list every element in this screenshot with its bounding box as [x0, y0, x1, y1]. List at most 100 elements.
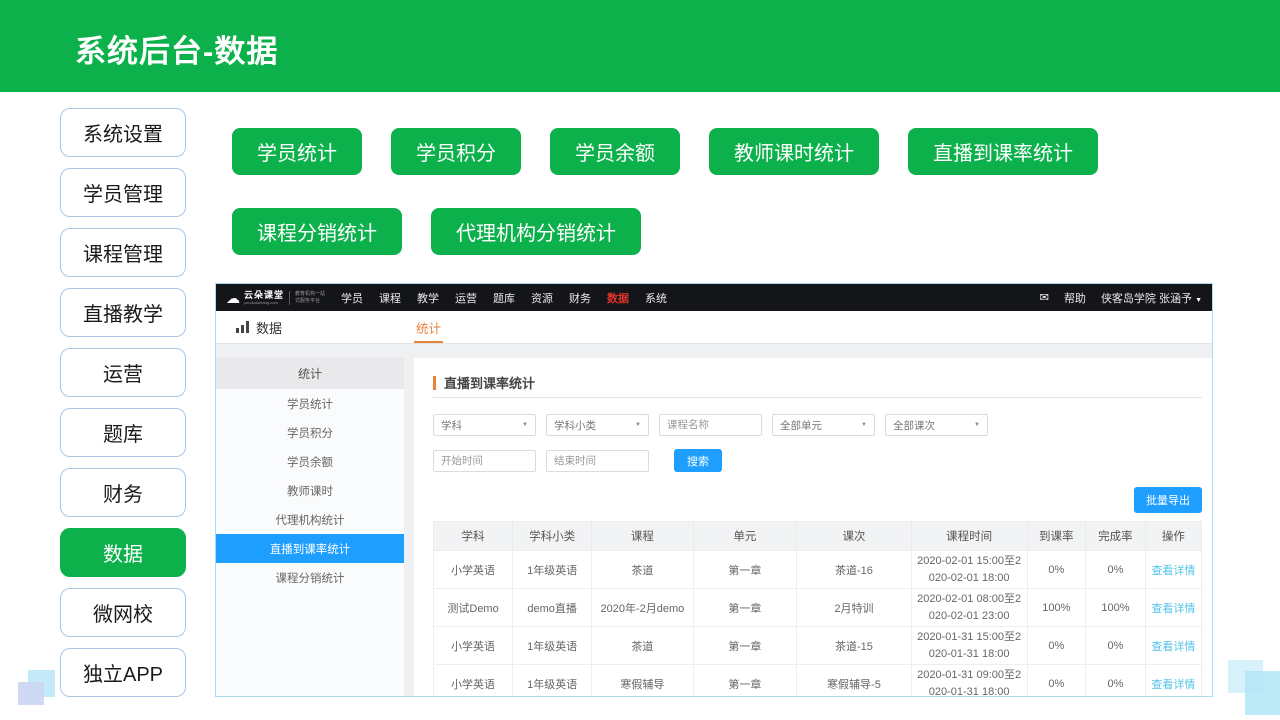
admin-top-nav-item[interactable]: 题库 [493, 290, 515, 306]
filter-area: 学科 ▼ 学科小类 ▼ 全部单元 ▼ 全部课次 [433, 414, 1202, 472]
admin-topbar-right: ✉ 帮助 侠客岛学院 张涵予 ▼ [1040, 290, 1202, 306]
search-button[interactable]: 搜索 [674, 449, 722, 472]
subject-select[interactable]: 学科 ▼ [433, 414, 536, 436]
table-header-cell: 学科小类 [513, 522, 592, 551]
sidenav-item-label: 代理机构统计 [276, 512, 345, 528]
sidenav-item[interactable]: 学员余额 [216, 447, 404, 476]
admin-top-nav-item[interactable]: 教学 [417, 290, 439, 306]
sidenav-item[interactable]: 教师课时 [216, 476, 404, 505]
cell-completion-rate: 0% [1085, 665, 1145, 697]
bar-chart-icon [236, 321, 250, 333]
sidenav-item[interactable]: 课程分销统计 [216, 563, 404, 592]
cell-course-time: 2020-02-01 15:00至2020-02-01 18:00 [911, 551, 1027, 589]
subject-subcategory-select[interactable]: 学科小类 ▼ [546, 414, 649, 436]
quick-links-row-2: 课程分销统计 代理机构分销统计 [232, 208, 641, 255]
view-details-link[interactable]: 查看详情 [1151, 641, 1195, 653]
unit-select[interactable]: 全部单元 ▼ [772, 414, 875, 436]
chevron-down-icon: ▼ [635, 422, 641, 428]
sidebar-item[interactable]: 微网校 [60, 588, 186, 637]
cell-completion-rate: 0% [1085, 551, 1145, 589]
quick-link-button[interactable]: 教师课时统计 [709, 128, 879, 175]
sidenav-item[interactable]: 学员统计 [216, 389, 404, 418]
quick-link-label: 学员积分 [416, 137, 496, 166]
admin-top-nav-item[interactable]: 资源 [531, 290, 553, 306]
quick-link-button[interactable]: 学员积分 [391, 128, 521, 175]
sidenav-item[interactable]: 学员积分 [216, 418, 404, 447]
sidebar-item[interactable]: 数据 [60, 528, 186, 577]
cell-course-time: 2020-01-31 15:00至2020-01-31 18:00 [911, 627, 1027, 665]
quick-link-button[interactable]: 学员统计 [232, 128, 362, 175]
cell-attendance-rate: 0% [1027, 665, 1085, 697]
mail-icon[interactable]: ✉ [1040, 291, 1049, 304]
account-name: 侠客岛学院 张涵予 [1101, 293, 1192, 305]
view-details-link[interactable]: 查看详情 [1151, 603, 1195, 615]
quick-link-button[interactable]: 直播到课率统计 [908, 128, 1098, 175]
sidebar-item[interactable]: 独立APP [60, 648, 186, 697]
admin-topbar: ☁ 云朵课堂 yunduoketang.com 教育机构一站 式服务平台 学员 … [216, 284, 1212, 311]
decorative-square [18, 682, 44, 705]
logo-name: 云朵课堂 [244, 291, 284, 300]
cell-lesson: 寒假辅导-5 [797, 665, 911, 697]
sidenav-item-label: 课程分销统计 [276, 570, 345, 586]
quick-link-label: 学员余额 [575, 137, 655, 166]
cell-subject: 测试Demo [434, 589, 513, 627]
quick-link-label: 教师课时统计 [734, 137, 854, 166]
cell-subject: 小学英语 [434, 665, 513, 697]
sidebar-item[interactable]: 运营 [60, 348, 186, 397]
admin-top-nav-item[interactable]: 运营 [455, 290, 477, 306]
sidenav-item[interactable]: 代理机构统计 [216, 505, 404, 534]
sidebar-item-label: 题库 [103, 418, 143, 447]
chevron-down-icon: ▼ [974, 422, 980, 428]
sidenav-header: 统计 [216, 358, 404, 389]
sidebar-item-label: 财务 [103, 478, 143, 507]
sidebar-item-label: 微网校 [93, 598, 153, 627]
table-body: 小学英语 1年级英语 茶道 第一章 茶道-16 2020-02-01 15:00… [434, 551, 1202, 697]
admin-top-nav: 学员 课程 教学 运营 题库 资源 财务 数据 系统 [341, 290, 667, 306]
table-header-cell: 单元 [693, 522, 797, 551]
logo: ☁ 云朵课堂 yunduoketang.com [226, 291, 284, 305]
cell-unit: 第一章 [693, 627, 797, 665]
sidebar-item[interactable]: 课程管理 [60, 228, 186, 277]
title-accent-bar [433, 376, 436, 390]
admin-top-nav-item[interactable]: 数据 [607, 290, 629, 306]
quick-link-button[interactable]: 代理机构分销统计 [431, 208, 641, 255]
course-name-input[interactable] [659, 414, 762, 436]
cell-course: 2020年-2月demo [592, 589, 693, 627]
sidebar-item[interactable]: 直播教学 [60, 288, 186, 337]
start-time-input[interactable] [433, 450, 536, 472]
admin-top-nav-item[interactable]: 财务 [569, 290, 591, 306]
sidebar-item[interactable]: 学员管理 [60, 168, 186, 217]
sidenav-item-label: 教师课时 [287, 483, 333, 499]
sidebar-item[interactable]: 系统设置 [60, 108, 186, 157]
quick-link-button[interactable]: 学员余额 [550, 128, 680, 175]
cell-course: 茶道 [592, 551, 693, 589]
sidebar-item-label: 运营 [103, 358, 143, 387]
help-link[interactable]: 帮助 [1064, 290, 1086, 306]
sidenav-item[interactable]: 直播到课率统计 [216, 534, 404, 563]
chevron-down-icon: ▼ [861, 422, 867, 428]
account-menu[interactable]: 侠客岛学院 张涵予 ▼ [1101, 290, 1202, 306]
chevron-down-icon: ▼ [1195, 297, 1202, 304]
lesson-select[interactable]: 全部课次 ▼ [885, 414, 988, 436]
page-title: 系统后台-数据 [75, 26, 278, 71]
chevron-down-icon: ▼ [522, 422, 528, 428]
view-details-link[interactable]: 查看详情 [1151, 679, 1195, 691]
sidebar-item[interactable]: 题库 [60, 408, 186, 457]
cell-attendance-rate: 100% [1027, 589, 1085, 627]
quick-link-button[interactable]: 课程分销统计 [232, 208, 402, 255]
sidenav-item-label: 学员统计 [287, 396, 333, 412]
admin-top-nav-item[interactable]: 学员 [341, 290, 363, 306]
cell-unit: 第一章 [693, 589, 797, 627]
quick-link-label: 课程分销统计 [257, 217, 377, 246]
end-time-input[interactable] [546, 450, 649, 472]
page: 系统后台-数据 系统设置 学员管理 课程管理 直播教学 运营 题 [0, 0, 1280, 720]
quick-link-label: 直播到课率统计 [933, 137, 1073, 166]
view-details-link[interactable]: 查看详情 [1151, 565, 1195, 577]
quick-link-label: 代理机构分销统计 [456, 217, 616, 246]
sidebar-item[interactable]: 财务 [60, 468, 186, 517]
batch-export-button[interactable]: 批量导出 [1134, 487, 1202, 513]
tab-statistics[interactable]: 统计 [410, 311, 447, 343]
logo-tagline: 教育机构一站 式服务平台 [295, 291, 325, 304]
admin-top-nav-item[interactable]: 系统 [645, 290, 667, 306]
admin-top-nav-item[interactable]: 课程 [379, 290, 401, 306]
